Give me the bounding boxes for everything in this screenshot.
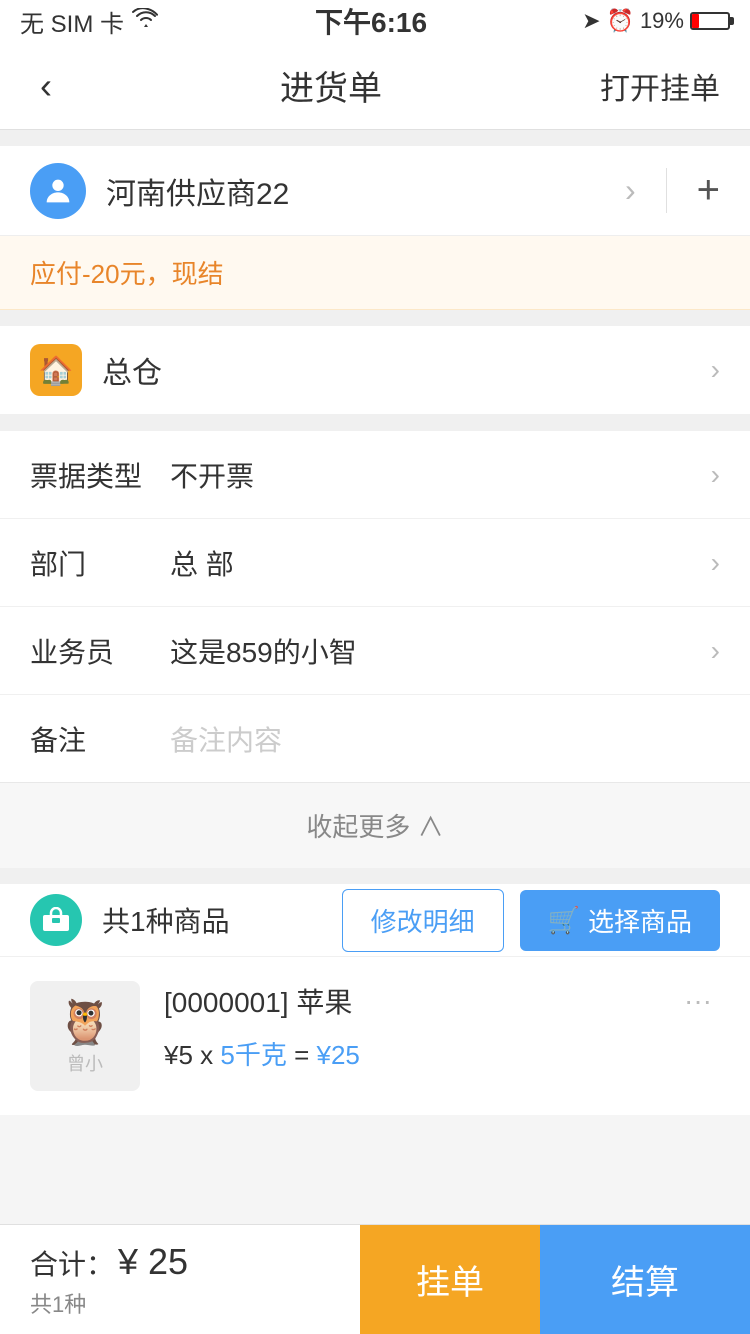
invoice-value: 不开票 <box>160 455 711 495</box>
battery-percent: 19% <box>640 8 684 34</box>
collapse-button[interactable]: 收起更多 ∧ <box>0 782 750 868</box>
warehouse-chevron-icon: › <box>711 354 720 386</box>
supplier-section: 河南供应商22 › + 应付-20元，现结 <box>0 146 750 310</box>
battery-icon <box>690 12 730 30</box>
product-price: ¥5 x 5千克 = ¥25 <box>164 1035 676 1072</box>
back-button[interactable]: ‹ <box>30 55 62 117</box>
agent-chevron-icon: › <box>711 635 720 667</box>
warning-bar: 应付-20元，现结 <box>0 236 750 310</box>
dept-label: 部门 <box>30 543 160 583</box>
more-button[interactable]: ··· <box>676 981 720 1021</box>
total-section: 合计： ¥ 25 共1种 <box>0 1225 360 1334</box>
products-icon <box>30 894 82 946</box>
location-icon: ➤ <box>582 8 600 34</box>
hold-button[interactable]: 挂单 <box>360 1225 540 1334</box>
open-pending-button[interactable]: 打开挂单 <box>600 64 720 108</box>
edit-detail-button[interactable]: 修改明细 <box>342 889 504 952</box>
remark-row[interactable]: 备注 备注内容 <box>0 694 750 782</box>
agent-label: 业务员 <box>30 631 160 671</box>
supplier-avatar <box>30 163 86 219</box>
page-title: 进货单 <box>280 61 382 110</box>
total-amount: ¥ 25 <box>118 1241 188 1283</box>
item-total: ¥25 <box>317 1040 360 1070</box>
total-label: 合计： <box>30 1243 114 1283</box>
warehouse-house-icon: 🏠 <box>39 354 74 387</box>
invoice-label: 票据类型 <box>30 455 160 495</box>
owl-sub-text: 曾小 <box>67 1050 103 1076</box>
supplier-row[interactable]: 河南供应商22 › + <box>0 146 750 236</box>
warehouse-row[interactable]: 🏠 总仓 › <box>0 326 750 414</box>
warning-text: 应付-20元，现结 <box>30 259 224 289</box>
dept-value: 总 部 <box>160 543 711 583</box>
product-thumb-inner: 🦉 曾小 <box>58 996 113 1076</box>
nav-bar: ‹ 进货单 打开挂单 <box>0 42 750 130</box>
divider-1 <box>0 130 750 146</box>
select-product-icon: 🛒 <box>548 905 580 936</box>
status-bar: 无 SIM 卡 下午6:16 ➤ ⏰ 19% <box>0 0 750 42</box>
checkout-button[interactable]: 结算 <box>540 1225 750 1334</box>
select-product-button[interactable]: 🛒 选择商品 <box>520 890 720 951</box>
dept-row[interactable]: 部门 总 部 › <box>0 518 750 606</box>
supplier-name: 河南供应商22 <box>106 169 625 213</box>
remark-label: 备注 <box>30 719 160 759</box>
remark-input[interactable]: 备注内容 <box>160 719 720 759</box>
divider-2 <box>0 310 750 326</box>
supplier-chevron-icon: › <box>625 172 636 209</box>
products-section: 共1种商品 修改明细 🛒 选择商品 <box>0 868 750 956</box>
agent-row[interactable]: 业务员 这是859的小智 › <box>0 606 750 694</box>
wifi-icon <box>132 7 160 35</box>
warehouse-section: 🏠 总仓 › <box>0 326 750 414</box>
carrier-text: 无 SIM 卡 <box>20 4 124 39</box>
price-separator: x <box>200 1040 220 1070</box>
quantity: 5千克 <box>220 1040 286 1070</box>
divider-3 <box>0 414 750 430</box>
footer-spacer <box>0 1115 750 1175</box>
product-title: 苹果 <box>296 987 352 1018</box>
product-info: [0000001] 苹果 ¥5 x 5千克 = ¥25 <box>164 981 676 1072</box>
warehouse-name: 总仓 <box>102 348 711 392</box>
total-count: 共1种 <box>30 1287 330 1319</box>
add-supplier-button[interactable]: + <box>666 168 720 213</box>
collapse-label: 收起更多 ∧ <box>306 807 443 844</box>
status-left: 无 SIM 卡 <box>20 4 160 39</box>
alarm-icon: ⏰ <box>607 8 634 34</box>
select-product-label: 选择商品 <box>588 902 692 939</box>
warehouse-icon: 🏠 <box>30 344 82 396</box>
bottom-bar: 合计： ¥ 25 共1种 挂单 结算 <box>0 1224 750 1334</box>
product-thumbnail: 🦉 曾小 <box>30 981 140 1091</box>
invoice-chevron-icon: › <box>711 459 720 491</box>
status-time: 下午6:16 <box>315 1 427 41</box>
status-right: ➤ ⏰ 19% <box>582 8 730 34</box>
agent-value: 这是859的小智 <box>160 631 711 671</box>
product-id: [0000001] <box>164 987 289 1018</box>
product-name: [0000001] 苹果 <box>164 981 676 1021</box>
product-item: 🦉 曾小 [0000001] 苹果 ¥5 x 5千克 = ¥25 ··· <box>0 956 750 1115</box>
dept-chevron-icon: › <box>711 547 720 579</box>
form-section: 票据类型 不开票 › 部门 总 部 › 业务员 这是859的小智 › 备注 备注… <box>0 430 750 782</box>
invoice-row[interactable]: 票据类型 不开票 › <box>0 430 750 518</box>
equals-sign: = <box>294 1040 316 1070</box>
products-count: 共1种商品 <box>102 900 342 940</box>
unit-price: ¥5 <box>164 1040 193 1070</box>
owl-icon: 🦉 <box>58 996 113 1048</box>
